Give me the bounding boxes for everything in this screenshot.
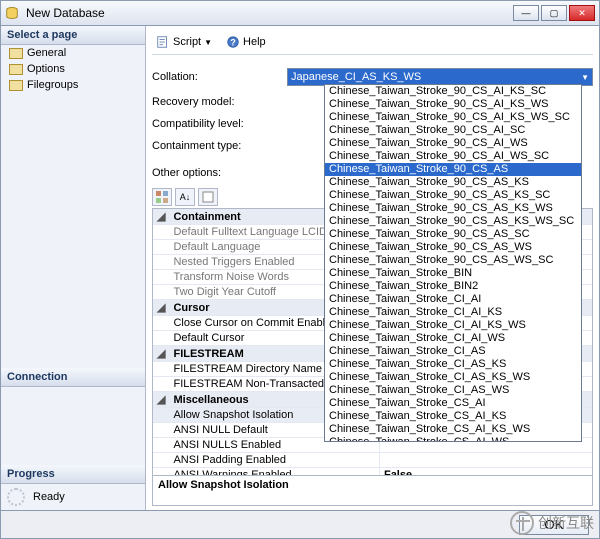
script-button[interactable]: Script ▼ bbox=[152, 34, 216, 50]
collation-option[interactable]: Chinese_Taiwan_Stroke_90_CS_AS_SC bbox=[325, 228, 581, 241]
prop-val: False bbox=[379, 468, 592, 477]
chevron-down-icon: ▼ bbox=[581, 73, 589, 82]
collation-option[interactable]: Chinese_Taiwan_Stroke_CI_AI_KS bbox=[325, 306, 581, 319]
page-options[interactable]: Options bbox=[1, 61, 145, 77]
collation-option[interactable]: Chinese_Taiwan_Stroke_90_CS_AI_KS_SC bbox=[325, 85, 581, 98]
compat-label: Compatibility level: bbox=[152, 118, 287, 130]
collation-option[interactable]: Chinese_Taiwan_Stroke_CS_AI_WS bbox=[325, 436, 581, 442]
collation-option[interactable]: Chinese_Taiwan_Stroke_90_CS_AS_KS bbox=[325, 176, 581, 189]
collation-option[interactable]: Chinese_Taiwan_Stroke_90_CS_AS_KS_SC bbox=[325, 189, 581, 202]
titlebar: New Database — ▢ ✕ bbox=[0, 0, 600, 26]
collation-option[interactable]: Chinese_Taiwan_Stroke_CI_AI_WS bbox=[325, 332, 581, 345]
select-page-header: Select a page bbox=[1, 26, 145, 45]
page-filegroups[interactable]: Filegroups bbox=[1, 77, 145, 93]
containment-label: Containment type: bbox=[152, 140, 287, 152]
svg-text:?: ? bbox=[230, 38, 235, 48]
collation-option[interactable]: Chinese_Taiwan_Stroke_CI_AI bbox=[325, 293, 581, 306]
collation-option[interactable]: Chinese_Taiwan_Stroke_90_CS_AS bbox=[325, 163, 581, 176]
connection-header: Connection bbox=[1, 368, 145, 387]
help-label: Help bbox=[243, 36, 266, 48]
progress-body: Ready bbox=[1, 484, 145, 510]
help-icon: ? bbox=[226, 35, 240, 49]
collation-option[interactable]: Chinese_Taiwan_Stroke_CI_AI_KS_WS bbox=[325, 319, 581, 332]
progress-text: Ready bbox=[33, 491, 65, 503]
collation-option[interactable]: Chinese_Taiwan_Stroke_90_CS_AS_KS_WS bbox=[325, 202, 581, 215]
collation-label: Collation: bbox=[152, 71, 287, 83]
script-label: Script bbox=[173, 36, 201, 48]
page-label: General bbox=[27, 47, 66, 59]
collation-option[interactable]: Chinese_Taiwan_Stroke_90_CS_AI_KS_WS_SC bbox=[325, 111, 581, 124]
page-icon bbox=[9, 48, 23, 59]
close-button[interactable]: ✕ bbox=[569, 5, 595, 21]
progress-spinner-icon bbox=[7, 488, 25, 506]
connection-body bbox=[1, 387, 145, 465]
collation-value: Japanese_CI_AS_KS_WS bbox=[291, 71, 421, 83]
collation-option[interactable]: Chinese_Taiwan_Stroke_90_CS_AI_WS bbox=[325, 137, 581, 150]
properties-button[interactable] bbox=[198, 188, 218, 206]
help-button[interactable]: ? Help bbox=[222, 34, 270, 50]
page-icon bbox=[9, 64, 23, 75]
collation-option[interactable]: Chinese_Taiwan_Stroke_CI_AS_KS bbox=[325, 358, 581, 371]
minimize-button[interactable]: — bbox=[513, 5, 539, 21]
recovery-label: Recovery model: bbox=[152, 96, 287, 108]
collation-option[interactable]: Chinese_Taiwan_Stroke_90_CS_AS_WS_SC bbox=[325, 254, 581, 267]
watermark-text: 创新互联 bbox=[538, 513, 594, 533]
chevron-down-icon: ▼ bbox=[204, 38, 212, 47]
categorized-icon bbox=[156, 191, 168, 203]
page-label: Filegroups bbox=[27, 79, 78, 91]
collation-option[interactable]: Chinese_Taiwan_Stroke_CI_AS_KS_WS bbox=[325, 371, 581, 384]
alphabetical-button[interactable]: A↓ bbox=[175, 188, 195, 206]
watermark: 创新互联 bbox=[510, 511, 594, 535]
prop-key: ANSI Warnings Enabled bbox=[169, 468, 379, 477]
watermark-icon bbox=[510, 511, 534, 535]
collation-option[interactable]: Chinese_Taiwan_Stroke_90_CS_AI_SC bbox=[325, 124, 581, 137]
maximize-button[interactable]: ▢ bbox=[541, 5, 567, 21]
page-label: Options bbox=[27, 63, 65, 75]
collation-option[interactable]: Chinese_Taiwan_Stroke_90_CS_AI_WS_SC bbox=[325, 150, 581, 163]
description-pane: Allow Snapshot Isolation bbox=[152, 476, 593, 506]
collation-option[interactable]: Chinese_Taiwan_Stroke_CS_AI bbox=[325, 397, 581, 410]
categorized-button[interactable] bbox=[152, 188, 172, 206]
left-panel: Select a page General Options Filegroups… bbox=[1, 26, 146, 510]
collation-option[interactable]: Chinese_Taiwan_Stroke_90_CS_AI_KS_WS bbox=[325, 98, 581, 111]
collation-option[interactable]: Chinese_Taiwan_Stroke_90_CS_AS_WS bbox=[325, 241, 581, 254]
progress-header: Progress bbox=[1, 465, 145, 484]
collation-option[interactable]: Chinese_Taiwan_Stroke_BIN2 bbox=[325, 280, 581, 293]
collation-option[interactable]: Chinese_Taiwan_Stroke_CS_AI_KS_WS bbox=[325, 423, 581, 436]
sort-az-icon: A↓ bbox=[180, 192, 191, 202]
prop-key: ANSI Padding Enabled bbox=[169, 453, 379, 468]
collation-option[interactable]: Chinese_Taiwan_Stroke_CI_AS_WS bbox=[325, 384, 581, 397]
collation-option[interactable]: Chinese_Taiwan_Stroke_90_CS_AS_KS_WS_SC bbox=[325, 215, 581, 228]
collation-dropdown-list[interactable]: Chinese_Taiwan_Stroke_90_CS_AI_KS_SCChin… bbox=[324, 84, 582, 442]
script-icon bbox=[156, 35, 170, 49]
collation-option[interactable]: Chinese_Taiwan_Stroke_CI_AS bbox=[325, 345, 581, 358]
window-title: New Database bbox=[26, 6, 105, 20]
toolbar: Script ▼ ? Help bbox=[152, 30, 593, 55]
page-icon bbox=[9, 80, 23, 91]
collation-option[interactable]: Chinese_Taiwan_Stroke_CS_AI_KS bbox=[325, 410, 581, 423]
page-icon bbox=[202, 191, 214, 203]
page-general[interactable]: General bbox=[1, 45, 145, 61]
other-options-label: Other options: bbox=[152, 167, 287, 179]
db-icon bbox=[5, 6, 19, 20]
collation-option[interactable]: Chinese_Taiwan_Stroke_BIN bbox=[325, 267, 581, 280]
